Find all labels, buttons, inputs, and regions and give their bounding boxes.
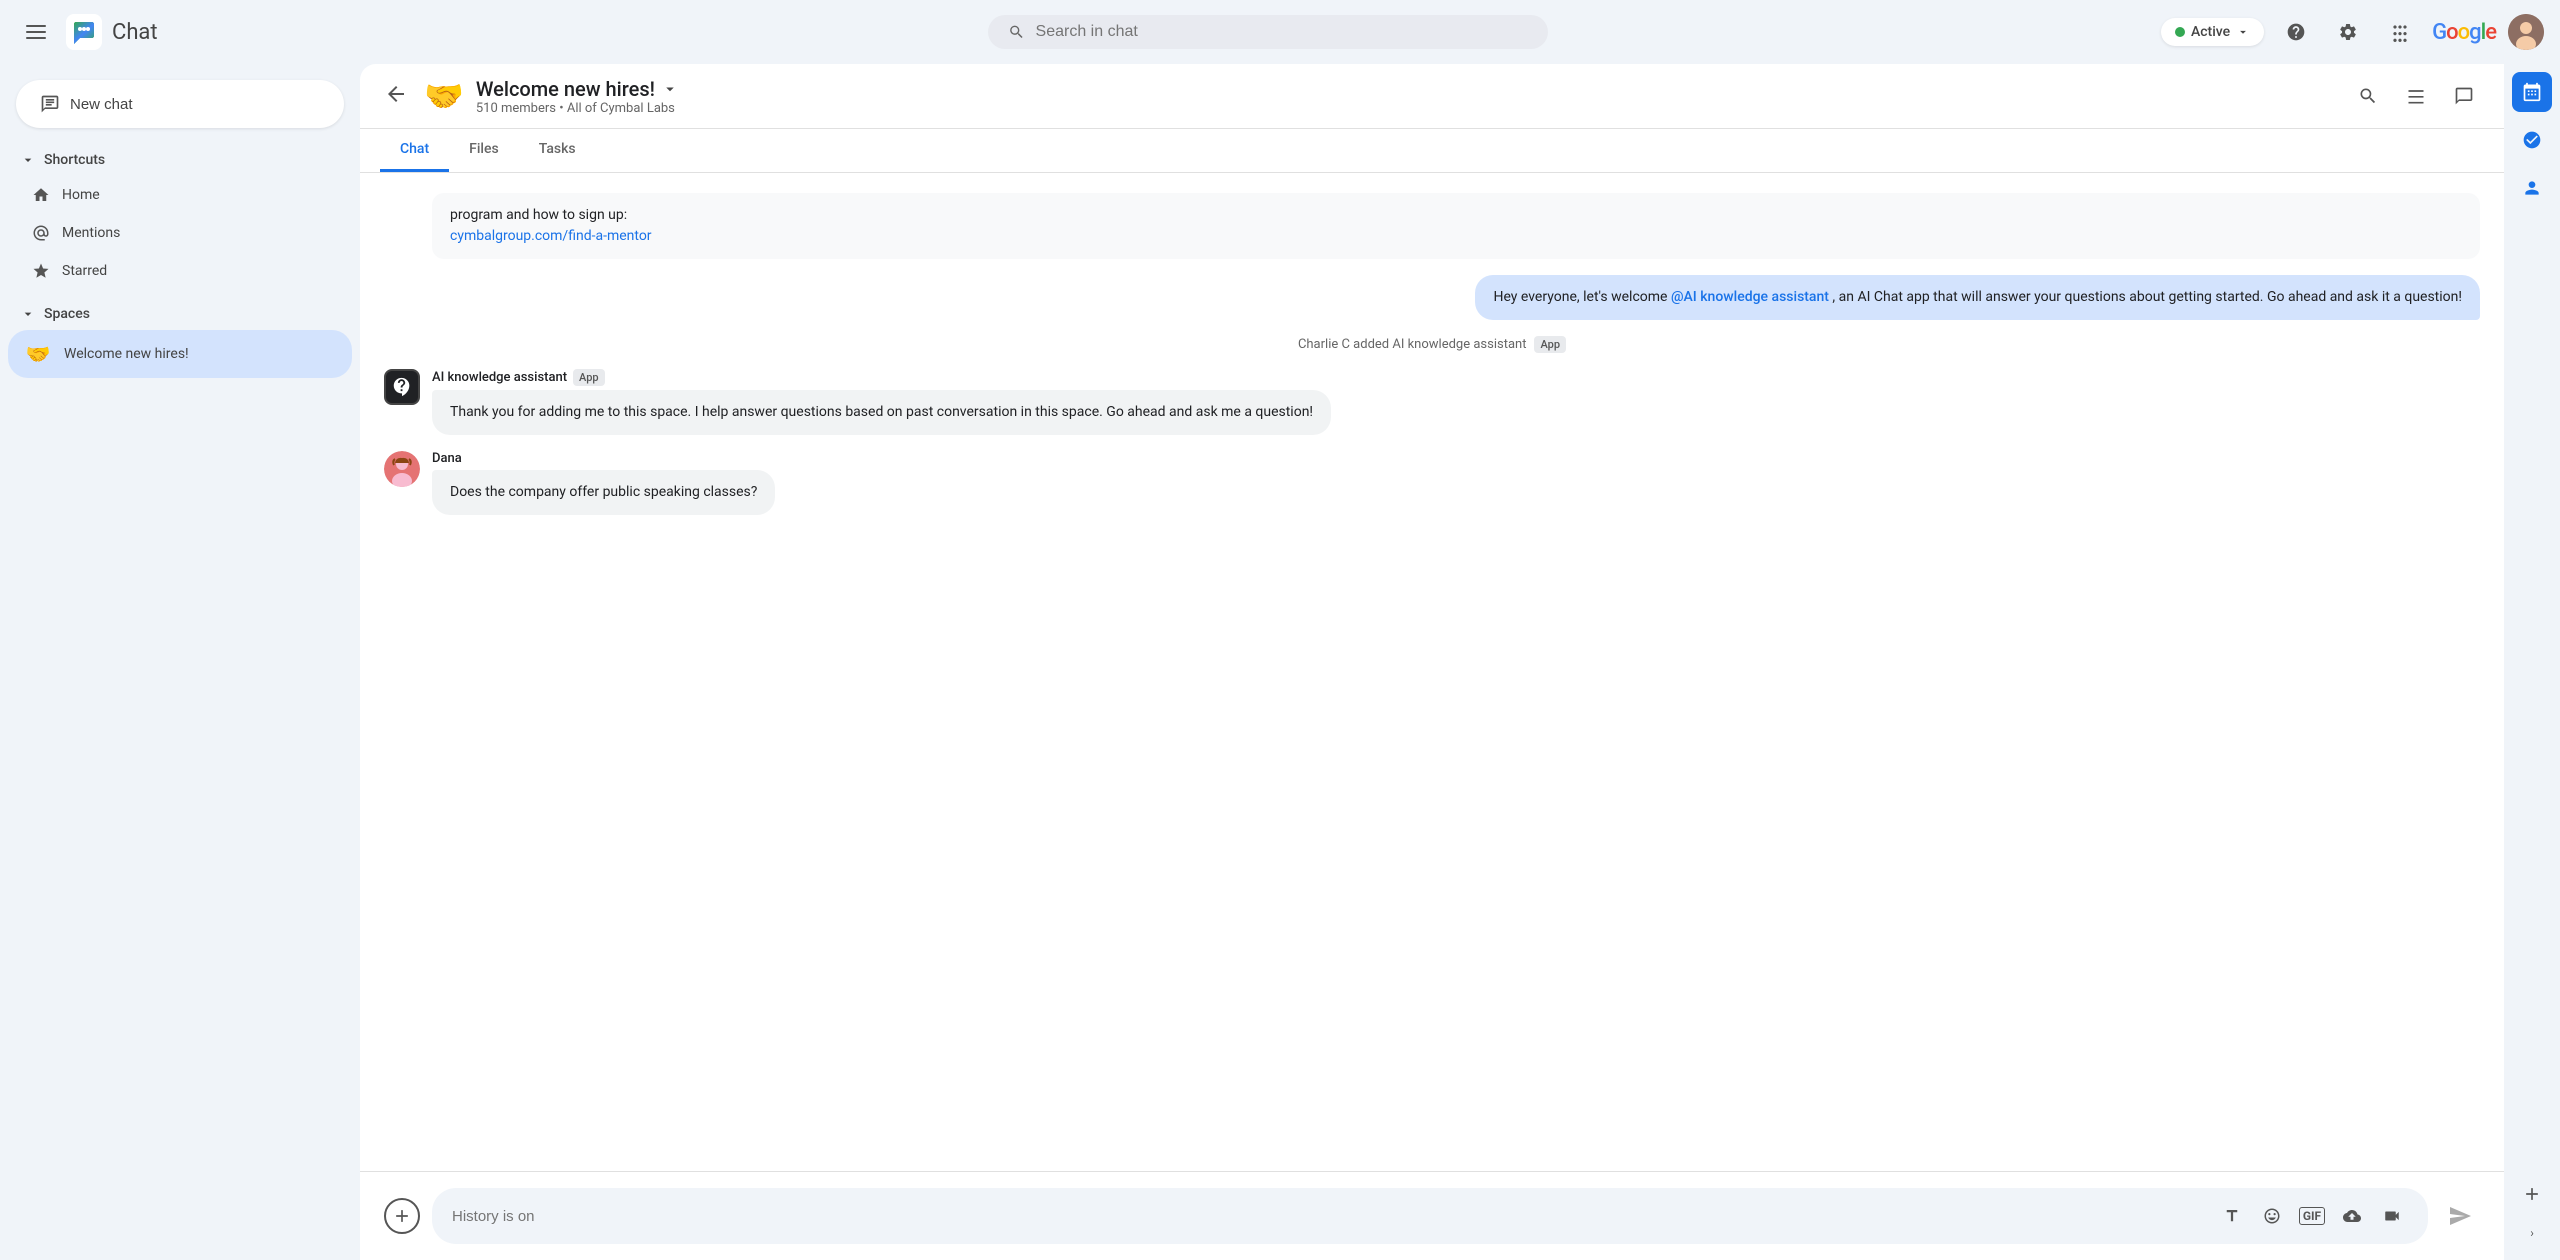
user-avatar[interactable]	[2508, 14, 2544, 50]
topbar: Chat Active	[0, 0, 2560, 64]
mentions-icon	[32, 224, 50, 242]
chat-title: Welcome new hires!	[476, 77, 2336, 101]
mentor-link[interactable]: cymbalgroup.com/find-a-mentor	[450, 228, 652, 244]
ai-mention: @AI knowledge assistant	[1671, 289, 1829, 305]
dana-message-text: Does the company offer public speaking c…	[432, 470, 775, 515]
starred-label: Starred	[62, 263, 107, 279]
right-panel: ›	[2504, 64, 2560, 1260]
shortcuts-section: Shortcuts Home Mentions Starred	[8, 144, 352, 290]
messages-area: program and how to sign up: cymbalgroup.…	[360, 173, 2504, 1171]
tab-tasks[interactable]: Tasks	[519, 129, 596, 172]
add-panel-button[interactable]	[2512, 1174, 2552, 1214]
chat-header-actions	[2348, 76, 2484, 116]
sidebar: New chat Shortcuts Home Mentions	[0, 64, 360, 1260]
sidebar-item-welcome-new-hires[interactable]: 🤝 Welcome new hires!	[8, 330, 352, 378]
google-logo: Google	[2432, 20, 2496, 45]
back-button[interactable]	[380, 78, 412, 115]
calendar-icon-button[interactable]	[2512, 72, 2552, 112]
chat-subtitle: 510 members • All of Cymbal Labs	[476, 101, 2336, 116]
star-icon	[32, 262, 50, 280]
ai-message-text: Thank you for adding me to this space. I…	[432, 390, 1331, 435]
sidebar-item-home[interactable]: Home	[8, 176, 352, 214]
dana-message-row: Dana Does the company offer public speak…	[384, 451, 2480, 515]
active-dot	[2175, 27, 2185, 37]
send-button[interactable]	[2440, 1196, 2480, 1236]
video-button[interactable]	[2376, 1200, 2408, 1232]
active-label: Active	[2191, 24, 2230, 40]
ai-app-badge: App	[573, 369, 605, 386]
contacts-icon-button[interactable]	[2512, 168, 2552, 208]
main-layout: New chat Shortcuts Home Mentions	[0, 64, 2560, 1260]
emoji-button[interactable]	[2256, 1200, 2288, 1232]
tab-files[interactable]: Files	[449, 129, 519, 172]
chevron-down-spaces-icon	[20, 306, 36, 322]
spaces-header[interactable]: Spaces	[8, 298, 352, 330]
search-icon	[1008, 23, 1025, 41]
app-title: Chat	[112, 20, 158, 45]
space-name: Welcome new hires!	[64, 346, 189, 362]
dana-message-content: Dana Does the company offer public speak…	[432, 451, 2480, 515]
shortcuts-header[interactable]: Shortcuts	[8, 144, 352, 176]
dana-avatar	[384, 451, 420, 487]
spaces-label: Spaces	[44, 306, 90, 322]
add-content-button[interactable]	[384, 1198, 420, 1234]
search-messages-button[interactable]	[2348, 76, 2388, 116]
main-content: 🤝 Welcome new hires! 510 members • All o…	[360, 64, 2504, 1260]
right-message-bubble: Hey everyone, let's welcome @AI knowledg…	[1475, 275, 2480, 320]
topbar-left: Chat	[16, 12, 376, 52]
ai-avatar	[384, 369, 420, 405]
message-input-box: GIF	[432, 1188, 2428, 1244]
gif-button[interactable]: GIF	[2296, 1200, 2328, 1232]
home-icon	[32, 186, 50, 204]
space-emoji: 🤝	[24, 340, 52, 368]
ai-message-content: AI knowledge assistant App Thank you for…	[432, 369, 2480, 435]
new-chat-icon	[40, 94, 60, 114]
system-message: Charlie C added AI knowledge assistant A…	[384, 336, 2480, 353]
new-chat-label: New chat	[70, 96, 133, 113]
space-header-emoji: 🤝	[424, 77, 464, 115]
title-dropdown-icon[interactable]	[661, 80, 679, 98]
chat-header-info: Welcome new hires! 510 members • All of …	[476, 77, 2336, 116]
view-toggle-button[interactable]	[2396, 76, 2436, 116]
upload-button[interactable]	[2336, 1200, 2368, 1232]
input-actions: GIF	[2216, 1200, 2408, 1232]
app-logo-icon	[66, 14, 102, 50]
home-label: Home	[62, 187, 100, 203]
new-chat-button[interactable]: New chat	[16, 80, 344, 128]
right-panel-bottom: ›	[2512, 1174, 2552, 1252]
search-input[interactable]	[1036, 23, 1529, 41]
apps-button[interactable]	[2380, 12, 2420, 52]
partial-message: program and how to sign up: cymbalgroup.…	[432, 193, 2480, 259]
mentions-label: Mentions	[62, 225, 120, 241]
chevron-down-icon	[20, 152, 36, 168]
tasks-icon-button[interactable]	[2512, 120, 2552, 160]
chat-tabs: Chat Files Tasks	[360, 129, 2504, 173]
topbar-search	[388, 15, 2149, 49]
right-message-row: Hey everyone, let's welcome @AI knowledg…	[384, 275, 2480, 320]
menu-button[interactable]	[16, 12, 56, 52]
active-status-button[interactable]: Active	[2161, 18, 2264, 46]
sidebar-item-mentions[interactable]: Mentions	[8, 214, 352, 252]
expand-panel-button[interactable]: ›	[2526, 1222, 2538, 1244]
shortcuts-label: Shortcuts	[44, 152, 105, 168]
threads-button[interactable]	[2444, 76, 2484, 116]
chevron-down-icon	[2236, 25, 2250, 39]
app-badge: App	[1534, 336, 1566, 353]
input-area: GIF	[360, 1171, 2504, 1260]
chat-header: 🤝 Welcome new hires! 510 members • All o…	[360, 64, 2504, 129]
spaces-section: Spaces 🤝 Welcome new hires!	[8, 298, 352, 378]
format-text-button[interactable]	[2216, 1200, 2248, 1232]
ai-message-row: AI knowledge assistant App Thank you for…	[384, 369, 2480, 435]
search-bar[interactable]	[988, 15, 1548, 49]
sidebar-item-starred[interactable]: Starred	[8, 252, 352, 290]
message-input[interactable]	[452, 1208, 2204, 1225]
dana-sender: Dana	[432, 451, 2480, 466]
ai-message-sender: AI knowledge assistant App	[432, 369, 2480, 386]
tab-chat[interactable]: Chat	[380, 129, 449, 172]
topbar-right: Active Google	[2161, 12, 2544, 52]
help-button[interactable]	[2276, 12, 2316, 52]
settings-button[interactable]	[2328, 12, 2368, 52]
